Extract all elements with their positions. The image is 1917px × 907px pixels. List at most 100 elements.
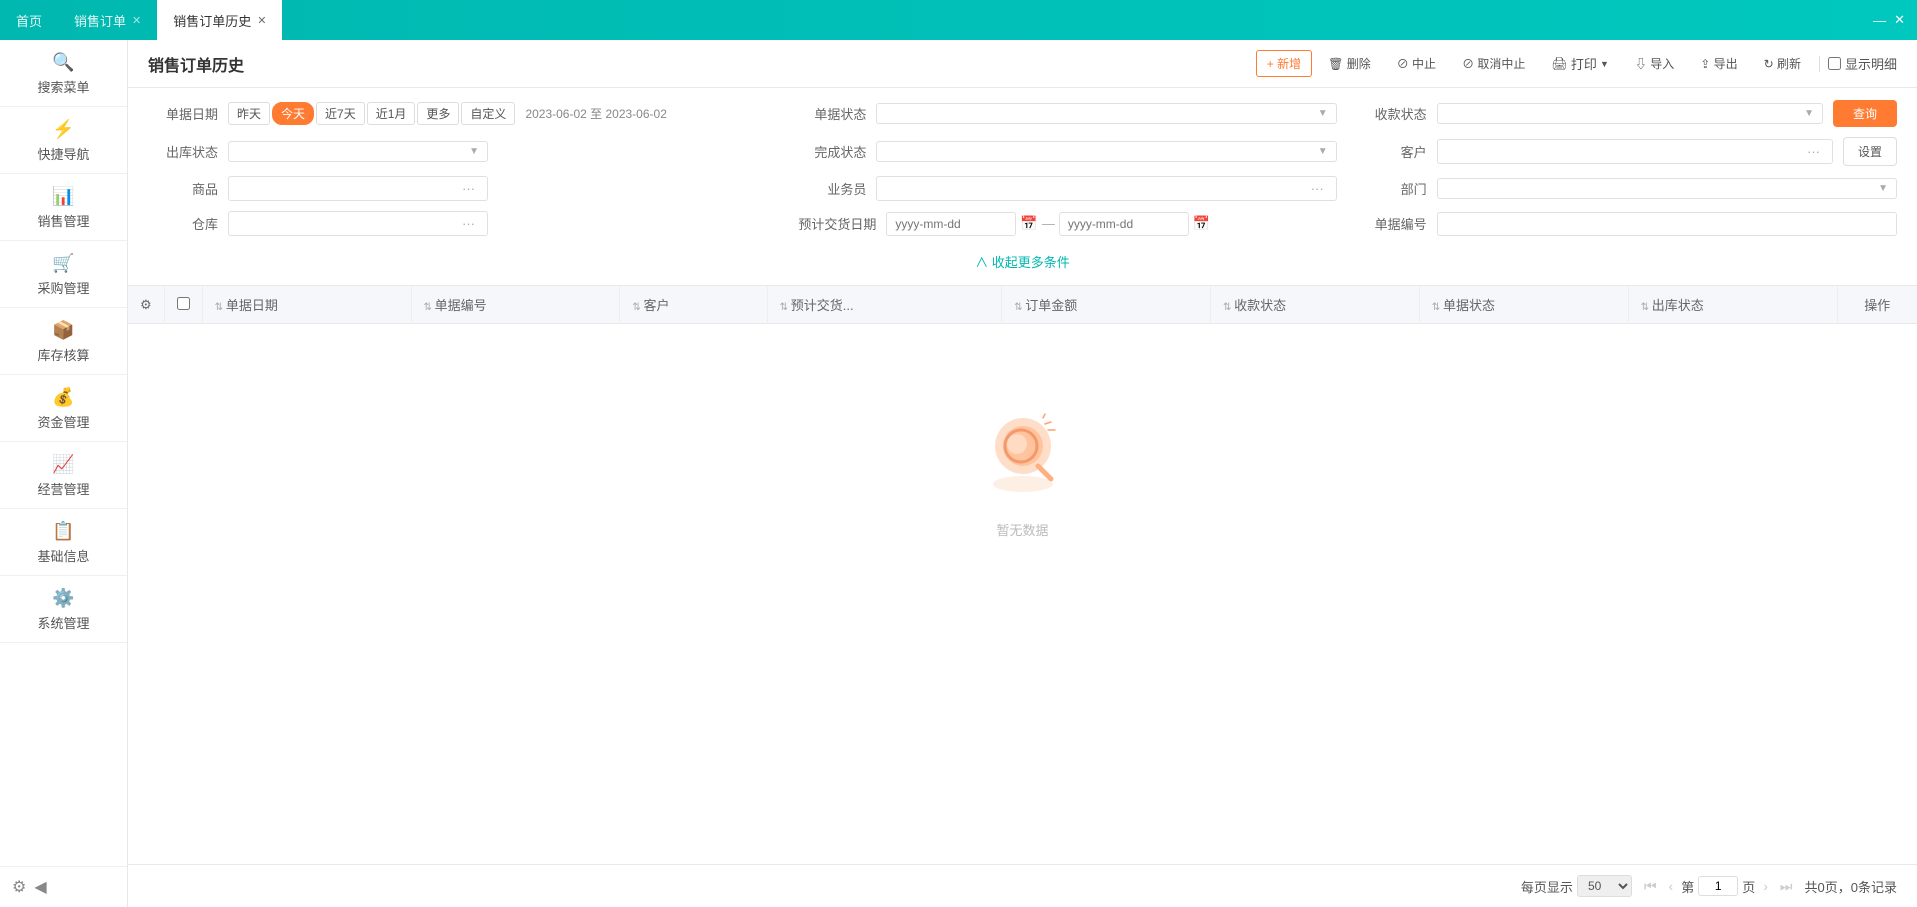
last-page-button[interactable]: ⏭ [1776,876,1797,897]
receipt-status-select[interactable]: ▼ [1437,103,1823,124]
bill-no-input[interactable] [1437,212,1897,236]
product-dots[interactable]: ··· [458,181,479,196]
page-size-dropdown[interactable]: 10 20 50 100 [1577,875,1632,897]
customer-dots[interactable]: ··· [1803,144,1824,159]
window-minimize[interactable]: — [1873,13,1886,28]
out-status-caret: ▼ [469,146,479,157]
tab-close-sales-order[interactable]: ✕ [132,14,141,27]
th-action: 操作 [1837,286,1917,324]
stop-button[interactable]: ⊘ 中止 [1387,51,1446,76]
main-layout: 🔍 搜索菜单 ⚡ 快捷导航 📊 销售管理 🛒 采购管理 📦 库存核算 💰 资金管… [0,40,1917,907]
delete-button[interactable]: 🗑 删除 [1318,51,1381,76]
tab-close-history[interactable]: ✕ [257,14,266,27]
print-dropdown-icon: ▼ [1600,59,1609,69]
delivery-date-to[interactable] [1059,212,1189,236]
date-label: 单据日期 [148,104,228,123]
sidebar-item-inventory[interactable]: 📦 库存核算 [0,308,127,375]
export-button[interactable]: ⇪ 导出 [1690,51,1747,76]
page-navigation: ⏮ ‹ 第 页 › ⏭ [1640,876,1797,897]
sidebar-item-quick-nav[interactable]: ⚡ 快捷导航 [0,107,127,174]
total-records: 共0页，0条记录 [1805,877,1897,896]
display-detail-input[interactable] [1828,57,1841,70]
filter-group-bill-status: 单据状态 ▼ [796,103,1336,124]
sidebar-settings-icon[interactable]: ⚙ [12,877,26,897]
th-bill-no[interactable]: 单据编号 [411,286,620,324]
date-btn-7days[interactable]: 近7天 [316,102,365,125]
sidebar-item-sales-mgmt[interactable]: 📊 销售管理 [0,174,127,241]
sidebar-item-finance[interactable]: 💰 资金管理 [0,375,127,442]
sidebar-item-purchase-mgmt[interactable]: 🛒 采购管理 [0,241,127,308]
delivery-date-from-icon[interactable]: 📅 [1020,215,1037,232]
query-button[interactable]: 查询 [1833,100,1897,127]
sidebar-bottom: ⚙ ◀ [0,866,127,907]
out-status-select[interactable]: ▼ [228,141,488,162]
sidebar-item-search-menu[interactable]: 🔍 搜索菜单 [0,40,127,107]
th-date[interactable]: 单据日期 [202,286,411,324]
print-button[interactable]: 🖨 打印 ▼ [1541,50,1618,77]
date-btn-today[interactable]: 今天 [272,102,314,125]
delivery-date-from[interactable] [886,212,1016,236]
customer-label: 客户 [1357,142,1437,161]
toolbar-divider [1819,56,1820,72]
new-button[interactable]: + 新增 [1256,50,1312,77]
refresh-button[interactable]: ↻ 刷新 [1754,51,1811,76]
date-btn-yesterday[interactable]: 昨天 [228,102,270,125]
filter-group-complete-status: 完成状态 ▼ [796,141,1336,162]
th-customer[interactable]: 客户 [620,286,767,324]
date-btn-1month[interactable]: 近1月 [367,102,416,125]
display-detail-checkbox[interactable]: 显示明细 [1828,54,1897,73]
th-check[interactable] [164,286,202,324]
prev-page-button[interactable]: ‹ [1665,876,1678,896]
date-btn-custom[interactable]: 自定义 [461,102,515,125]
th-gear[interactable]: ⚙ [128,286,164,324]
th-amount[interactable]: 订单金额 [1002,286,1211,324]
toolbar: + 新增 🗑 删除 ⊘ 中止 ⊘ 取消中止 🖨 打印 ▼ ⇩ 导入 ⇪ 导出 ↻… [1256,50,1897,77]
print-icon: 🖨 [1551,56,1568,72]
th-receipt-status[interactable]: 收款状态 [1210,286,1419,324]
content-area: 销售订单历史 + 新增 🗑 删除 ⊘ 中止 ⊘ 取消中止 🖨 打印 ▼ ⇩ 导入… [128,40,1917,907]
first-page-button[interactable]: ⏮ [1640,876,1661,897]
filter-group-receipt-status: 收款状态 ▼ 查询 [1357,100,1897,127]
inventory-icon: 📦 [52,320,74,341]
tab-home[interactable]: 首页 [0,0,58,40]
page-unit-label: 页 [1742,877,1755,896]
sales-mgmt-icon: 📊 [52,186,74,207]
receipt-status-label: 收款状态 [1357,104,1437,123]
sidebar-collapse-icon[interactable]: ◀ [34,877,46,897]
sidebar-item-operations[interactable]: 📈 经营管理 [0,442,127,509]
delivery-date-dash: — [1042,216,1055,231]
salesperson-dots[interactable]: ··· [1307,181,1328,196]
date-btn-more[interactable]: 更多 [417,102,459,125]
warehouse-dots[interactable]: ··· [458,216,479,231]
next-page-button[interactable]: › [1759,876,1772,896]
cancel-stop-button[interactable]: ⊘ 取消中止 [1452,51,1535,76]
finance-icon: 💰 [52,387,74,408]
complete-status-select[interactable]: ▼ [876,141,1336,162]
settings-button[interactable]: 设置 [1843,137,1897,166]
page-input[interactable] [1698,876,1738,896]
delivery-date-to-icon[interactable]: 📅 [1193,215,1210,232]
dept-label: 部门 [1357,179,1437,198]
collapse-more[interactable]: ∧ 收起更多条件 [148,246,1897,273]
page-size-select: 每页显示 10 20 50 100 [1521,875,1632,897]
pagination: 每页显示 10 20 50 100 ⏮ ‹ 第 页 › ⏭ 共0页，0条记录 [128,864,1917,907]
complete-status-label: 完成状态 [796,142,876,161]
import-button[interactable]: ⇩ 导入 [1625,51,1684,76]
th-out-status[interactable]: 出库状态 [1628,286,1837,324]
th-bill-status[interactable]: 单据状态 [1419,286,1628,324]
receipt-status-caret: ▼ [1804,108,1814,119]
bill-status-select[interactable]: ▼ [876,103,1336,124]
top-bar: 首页 销售订单 ✕ 销售订单历史 ✕ — ✕ [0,0,1917,40]
tab-sales-order-history[interactable]: 销售订单历史 ✕ [157,0,282,40]
dept-select[interactable]: ▼ [1437,178,1897,199]
filter-group-product: 商品 ··· [148,176,796,201]
tab-sales-order[interactable]: 销售订单 ✕ [58,0,157,40]
filter-group-salesperson: 业务员 ··· [796,176,1336,201]
th-delivery[interactable]: 预计交货... [767,286,1001,324]
window-close[interactable]: ✕ [1894,12,1905,28]
sidebar-item-sys-mgmt[interactable]: ⚙️ 系统管理 [0,576,127,643]
delivery-date-label: 预计交货日期 [796,214,886,233]
empty-icon [973,404,1073,504]
sidebar-item-basic-info[interactable]: 📋 基础信息 [0,509,127,576]
select-all-checkbox[interactable] [177,297,190,310]
